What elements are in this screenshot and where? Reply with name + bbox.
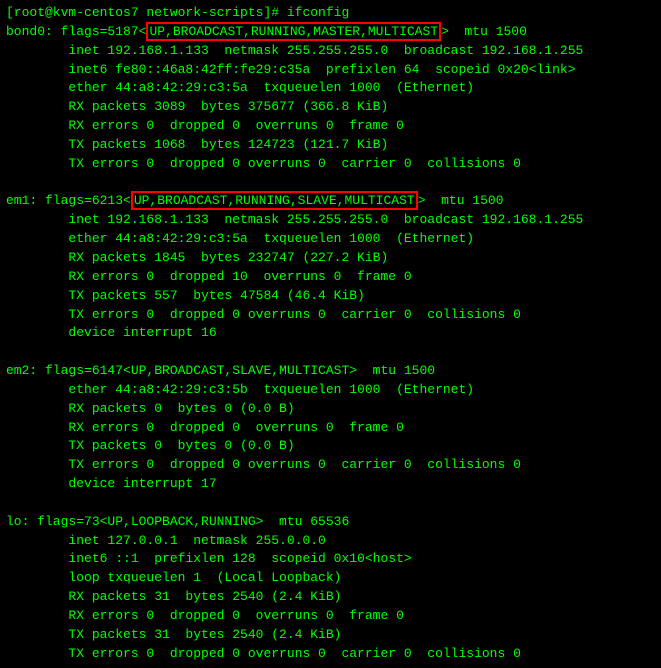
bond0-line-1: inet 192.168.1.133 netmask 255.255.255.0… (6, 42, 655, 61)
em2-line-5: TX errors 0 dropped 0 overruns 0 carrier… (6, 456, 655, 475)
bond0-line-5: RX errors 0 dropped 0 overruns 0 frame 0 (6, 117, 655, 136)
bond0-line-7: TX errors 0 dropped 0 overruns 0 carrier… (6, 155, 655, 174)
lo-line-5: RX errors 0 dropped 0 overruns 0 frame 0 (6, 607, 655, 626)
em1-header: em1: flags=6213<UP,BROADCAST,RUNNING,SLA… (6, 192, 655, 211)
bond0-line-3: ether 44:a8:42:29:c3:5a txqueuelen 1000 … (6, 79, 655, 98)
em1-header-pre: em1: flags=6213< (6, 193, 131, 208)
em2-line-3: RX errors 0 dropped 0 overruns 0 frame 0 (6, 419, 655, 438)
lo-line-4: RX packets 31 bytes 2540 (2.4 KiB) (6, 588, 655, 607)
em1-line-2: ether 44:a8:42:29:c3:5a txqueuelen 1000 … (6, 230, 655, 249)
bond0-line-2: inet6 fe80::46a8:42ff:fe29:c35a prefixle… (6, 61, 655, 80)
lo-line-2: inet6 ::1 prefixlen 128 scopeid 0x10<hos… (6, 550, 655, 569)
bond0-line-4: RX packets 3089 bytes 375677 (366.8 KiB) (6, 98, 655, 117)
em2-line-6: device interrupt 17 (6, 475, 655, 494)
em1-line-3: RX packets 1845 bytes 232747 (227.2 KiB) (6, 249, 655, 268)
em1-line-4: RX errors 0 dropped 10 overruns 0 frame … (6, 268, 655, 287)
em2-line-4: TX packets 0 bytes 0 (0.0 B) (6, 437, 655, 456)
bond0-line-6: TX packets 1068 bytes 124723 (121.7 KiB) (6, 136, 655, 155)
em2-header: em2: flags=6147<UP,BROADCAST,SLAVE,MULTI… (6, 362, 655, 381)
lo-line-1: inet 127.0.0.1 netmask 255.0.0.0 (6, 532, 655, 551)
bond0-flags-box: UP,BROADCAST,RUNNING,MASTER,MULTICAST (146, 22, 441, 41)
terminal-window: [root@kvm-centos7 network-scripts]# ifco… (0, 0, 661, 668)
em1-line-5: TX packets 557 bytes 47584 (46.4 KiB) (6, 287, 655, 306)
bond0-header: bond0: flags=5187<UP,BROADCAST,RUNNING,M… (6, 23, 655, 42)
lo-line-3: loop txqueuelen 1 (Local Loopback) (6, 569, 655, 588)
bond0-header-post: > mtu 1500 (441, 24, 527, 39)
em1-flags-box: UP,BROADCAST,RUNNING,SLAVE,MULTICAST (131, 191, 418, 210)
em2-line-1: ether 44:a8:42:29:c3:5b txqueuelen 1000 … (6, 381, 655, 400)
em1-line-1: inet 192.168.1.133 netmask 255.255.255.0… (6, 211, 655, 230)
lo-line-7: TX errors 0 dropped 0 overruns 0 carrier… (6, 645, 655, 664)
em1-line-6: TX errors 0 dropped 0 overruns 0 carrier… (6, 306, 655, 325)
lo-line-6: TX packets 31 bytes 2540 (2.4 KiB) (6, 626, 655, 645)
bond0-header-pre: bond0: flags=5187< (6, 24, 146, 39)
em2-line-2: RX packets 0 bytes 0 (0.0 B) (6, 400, 655, 419)
prompt-line: [root@kvm-centos7 network-scripts]# ifco… (6, 4, 655, 23)
em1-line-7: device interrupt 16 (6, 324, 655, 343)
em1-header-post: > mtu 1500 (418, 193, 504, 208)
lo-header: lo: flags=73<UP,LOOPBACK,RUNNING> mtu 65… (6, 513, 655, 532)
